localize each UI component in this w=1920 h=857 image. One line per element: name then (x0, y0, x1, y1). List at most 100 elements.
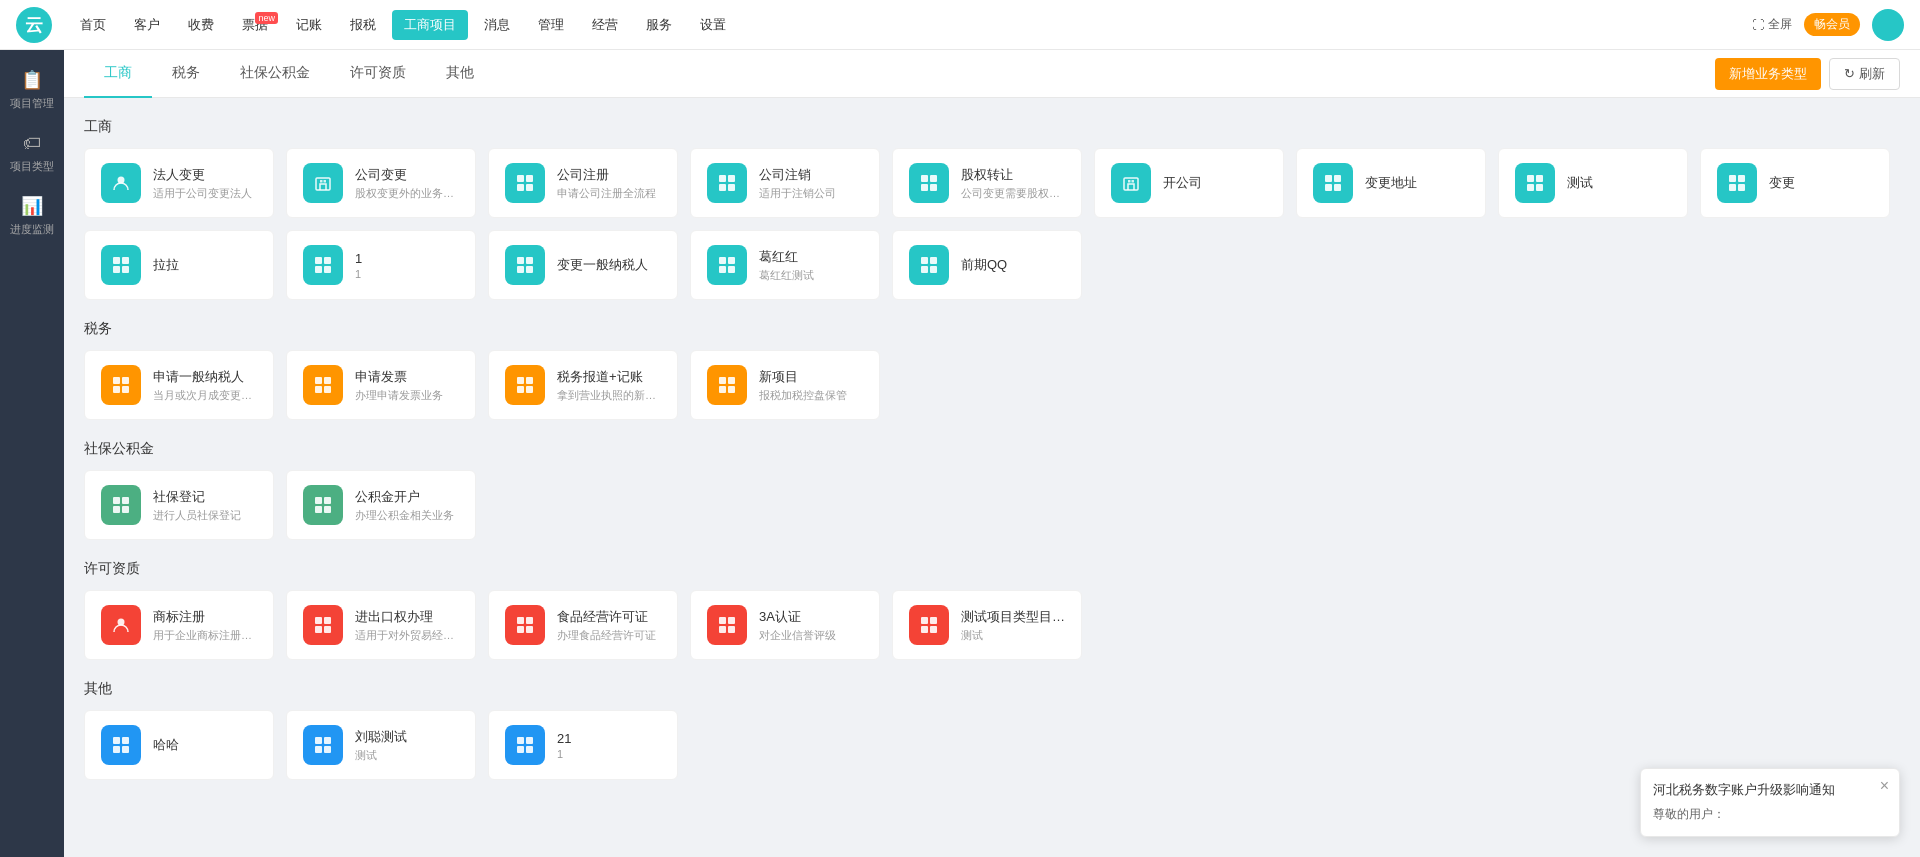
card-股权转让[interactable]: 股权转让 公司变更需要股权转让 (892, 148, 1082, 218)
sub-tab-许可资质[interactable]: 许可资质 (330, 50, 426, 98)
card-公司变更[interactable]: 公司变更 股权变更外的业务变更 (286, 148, 476, 218)
svg-rect-7 (526, 184, 533, 191)
svg-rect-57 (315, 386, 322, 393)
svg-rect-98 (315, 746, 322, 753)
card-开公司[interactable]: 开公司 (1094, 148, 1284, 218)
svg-rect-84 (719, 617, 726, 624)
card-name: 1 (355, 251, 459, 266)
sub-tabs: 工商税务社保公积金许可资质其他 (84, 50, 1715, 97)
card-变更地址[interactable]: 变更地址 (1296, 148, 1486, 218)
svg-rect-59 (517, 377, 524, 384)
sub-tab-其他[interactable]: 其他 (426, 50, 494, 98)
card-变更一般纳税人[interactable]: 变更一般纳税人 (488, 230, 678, 300)
card-desc: 适用于公司变更法人 (153, 186, 257, 201)
svg-rect-51 (113, 377, 120, 384)
card-公司注销[interactable]: 公司注销 适用于注销公司 (690, 148, 880, 218)
cards-grid: 法人变更 适用于公司变更法人 公司变更 股权变更外的业务变更 公司注册 申请公司… (84, 148, 1900, 300)
card-1[interactable]: 1 1 (286, 230, 476, 300)
card-icon (707, 605, 747, 645)
sub-tab-工商[interactable]: 工商 (84, 50, 152, 98)
card-拉拉[interactable]: 拉拉 (84, 230, 274, 300)
svg-rect-41 (517, 266, 524, 273)
card-税务报道+记账[interactable]: 税务报道+记账 拿到营业执照的新公司 (488, 350, 678, 420)
nav-item-首页[interactable]: 首页 (68, 10, 118, 40)
nav-item-报税[interactable]: 报税 (338, 10, 388, 40)
card-食品经营许可证[interactable]: 食品经营许可证 办理食品经营许可证 (488, 590, 678, 660)
card-name: 税务报道+记账 (557, 368, 661, 386)
card-name: 测试 (1567, 174, 1671, 192)
refresh-icon: ↻ (1844, 66, 1855, 81)
nav-item-服务[interactable]: 服务 (634, 10, 684, 40)
card-测试项目类型目定义[interactable]: 测试项目类型目定义 测试 (892, 590, 1082, 660)
nav-item-票据[interactable]: 票据new (230, 10, 280, 40)
card-商标注册[interactable]: 商标注册 用于企业商标注册服务 (84, 590, 274, 660)
nav-item-消息[interactable]: 消息 (472, 10, 522, 40)
card-icon (101, 485, 141, 525)
card-新项目[interactable]: 新项目 报税加税控盘保管 (690, 350, 880, 420)
svg-rect-77 (324, 617, 331, 624)
notification-popup: × 河北税务数字账户升级影响通知 尊敬的用户： (1640, 768, 1900, 837)
svg-rect-4 (517, 175, 524, 182)
sub-tab-社保公积金[interactable]: 社保公积金 (220, 50, 330, 98)
nav-item-收费[interactable]: 收费 (176, 10, 226, 40)
svg-rect-93 (122, 737, 129, 744)
card-name: 变更一般纳税人 (557, 256, 661, 274)
card-icon (303, 725, 343, 765)
card-21[interactable]: 21 1 (488, 710, 678, 780)
sidebar: 📋 项目管理🏷 项目类型📊 进度监测 (0, 50, 64, 857)
card-进出口权办理[interactable]: 进出口权办理 适用于对外贸易经营者 (286, 590, 476, 660)
card-申请发票[interactable]: 申请发票 办理申请发票业务 (286, 350, 476, 420)
card-name: 公司注册 (557, 166, 661, 184)
card-icon (505, 245, 545, 285)
svg-rect-13 (930, 175, 937, 182)
sidebar-item-进度监测[interactable]: 📊 进度监测 (0, 184, 64, 247)
card-name: 变更地址 (1365, 174, 1469, 192)
card-info: 公司注册 申请公司注册全流程 (557, 166, 661, 201)
card-社保登记[interactable]: 社保登记 进行人员社保登记 (84, 470, 274, 540)
card-公积金开户[interactable]: 公积金开户 办理公积金相关业务 (286, 470, 476, 540)
card-刘聪测试[interactable]: 刘聪测试 测试 (286, 710, 476, 780)
card-info: 1 1 (355, 251, 459, 280)
nav-item-记账[interactable]: 记账 (284, 10, 334, 40)
fullscreen-icon: ⛶ (1752, 18, 1764, 32)
svg-rect-58 (324, 386, 331, 393)
card-3A认证[interactable]: 3A认证 对企业信誉评级 (690, 590, 880, 660)
sidebar-item-项目类型[interactable]: 🏷 项目类型 (0, 121, 64, 184)
card-葛红红[interactable]: 葛红红 葛红红测试 (690, 230, 880, 300)
card-测试[interactable]: 测试 (1498, 148, 1688, 218)
sub-tabs-right: 新增业务类型 ↻ 刷新 (1715, 58, 1900, 90)
sidebar-item-项目管理[interactable]: 📋 项目管理 (0, 58, 64, 121)
cards-grid: 社保登记 进行人员社保登记 公积金开户 办理公积金相关业务 (84, 470, 1900, 540)
svg-rect-49 (921, 266, 928, 273)
notification-close-button[interactable]: × (1880, 777, 1889, 795)
nav-right: ⛶ 全屏 畅会员 (1752, 9, 1904, 41)
avatar[interactable] (1872, 9, 1904, 41)
svg-rect-56 (324, 377, 331, 384)
card-前期QQ[interactable]: 前期QQ (892, 230, 1082, 300)
refresh-button[interactable]: ↻ 刷新 (1829, 58, 1900, 90)
svg-rect-35 (315, 257, 322, 264)
svg-rect-61 (517, 386, 524, 393)
card-icon (303, 245, 343, 285)
card-info: 测试 (1567, 174, 1671, 192)
nav-item-管理[interactable]: 管理 (526, 10, 576, 40)
nav-item-客户[interactable]: 客户 (122, 10, 172, 40)
nav-item-工商项目[interactable]: 工商项目 (392, 10, 468, 40)
add-business-type-button[interactable]: 新增业务类型 (1715, 58, 1821, 90)
card-哈哈[interactable]: 哈哈 (84, 710, 274, 780)
content-area: 工商 法人变更 适用于公司变更法人 公司变更 股权变更外的业务变更 公司注册 申… (64, 98, 1920, 820)
nav-item-设置[interactable]: 设置 (688, 10, 738, 40)
fullscreen-btn[interactable]: ⛶ 全屏 (1752, 16, 1792, 33)
vip-button[interactable]: 畅会员 (1804, 13, 1860, 36)
card-法人变更[interactable]: 法人变更 适用于公司变更法人 (84, 148, 274, 218)
sub-tab-税务[interactable]: 税务 (152, 50, 220, 98)
card-申请一般纳税人[interactable]: 申请一般纳税人 当月或次月成变更完成 (84, 350, 274, 420)
svg-rect-96 (315, 737, 322, 744)
card-name: 社保登记 (153, 488, 257, 506)
card-变更[interactable]: 变更 (1700, 148, 1890, 218)
card-name: 葛红红 (759, 248, 863, 266)
card-desc: 适用于注销公司 (759, 186, 863, 201)
nav-item-经营[interactable]: 经营 (580, 10, 630, 40)
card-公司注册[interactable]: 公司注册 申请公司注册全流程 (488, 148, 678, 218)
logo[interactable]: 云 (16, 7, 52, 43)
